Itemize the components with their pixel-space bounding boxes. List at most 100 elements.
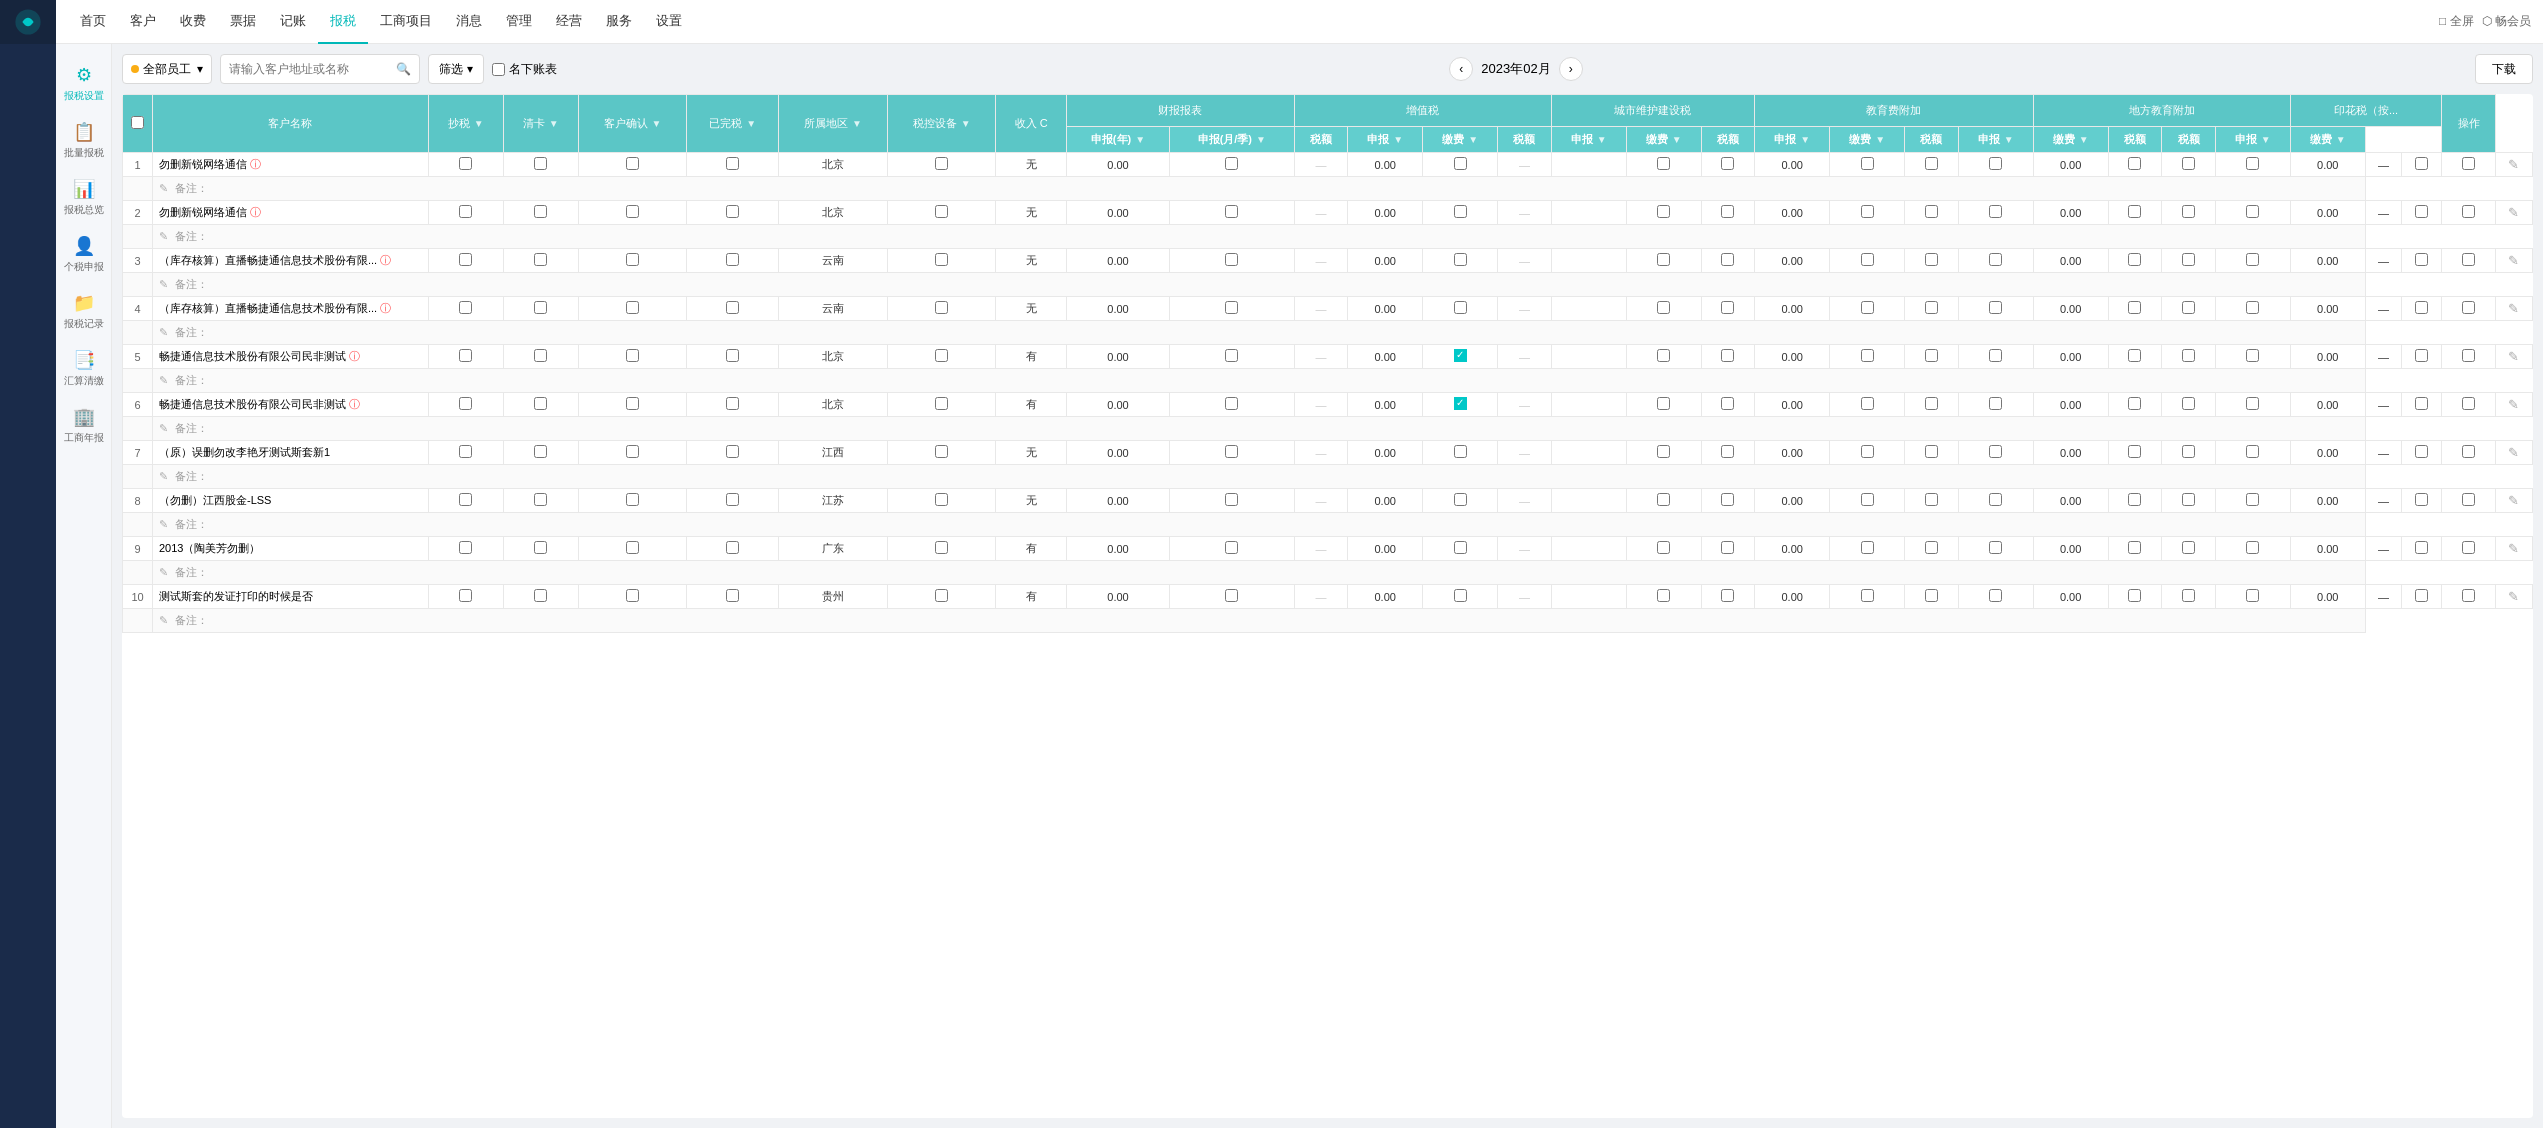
local-tax2-checkbox[interactable] xyxy=(2246,253,2259,266)
city-shen-checkbox[interactable] xyxy=(1657,157,1670,170)
local-tax2-cell[interactable] xyxy=(2215,201,2290,225)
confirm-checkbox[interactable] xyxy=(626,397,639,410)
local-shen-checkbox[interactable] xyxy=(2128,349,2141,362)
row-checkbox[interactable] xyxy=(1454,253,1467,266)
row-checkbox[interactable] xyxy=(1454,205,1467,218)
search-field[interactable] xyxy=(229,62,392,76)
chaoshui-checkbox[interactable] xyxy=(459,589,472,602)
edu-shen-cell[interactable] xyxy=(1830,249,1905,273)
local-tax2-cell[interactable] xyxy=(2215,345,2290,369)
nav-operation[interactable]: 经营 xyxy=(544,0,594,44)
edu-shen-checkbox[interactable] xyxy=(1861,589,1874,602)
edu-shen-checkbox[interactable] xyxy=(1861,493,1874,506)
local-jiao-cell[interactable] xyxy=(2162,153,2216,177)
local-tax2-checkbox[interactable] xyxy=(2246,589,2259,602)
edu-jiao-checkbox[interactable] xyxy=(1925,205,1938,218)
local-jiao-cell[interactable] xyxy=(2162,345,2216,369)
city-shen-checkbox[interactable] xyxy=(1657,445,1670,458)
sidebar-item-annual-report[interactable]: 🏢 工商年报 xyxy=(56,396,111,453)
chaoshui-checkbox[interactable] xyxy=(459,445,472,458)
paid-checkbox[interactable] xyxy=(726,349,739,362)
city-jiao-checkbox[interactable] xyxy=(1721,541,1734,554)
fin-year-checkbox[interactable] xyxy=(1225,541,1238,554)
edit-icon[interactable]: ✎ xyxy=(2508,349,2519,364)
city-shen-cell[interactable] xyxy=(1626,297,1701,321)
qingka-cell[interactable] xyxy=(503,345,578,369)
local-shen-cell[interactable] xyxy=(2108,153,2162,177)
local-shen-checkbox[interactable] xyxy=(2128,301,2141,314)
fin-year-cell[interactable] xyxy=(1170,249,1295,273)
local-shen-checkbox[interactable] xyxy=(2128,541,2141,554)
paid-cell[interactable] xyxy=(687,297,779,321)
city-jiao-cell[interactable] xyxy=(1701,489,1755,513)
local-jiao-checkbox[interactable] xyxy=(2182,157,2195,170)
qingka-cell[interactable] xyxy=(503,153,578,177)
city-jiao-checkbox[interactable] xyxy=(1721,349,1734,362)
accounts-checkbox-label[interactable]: 名下账表 xyxy=(492,61,557,78)
city-shen-checkbox[interactable] xyxy=(1657,589,1670,602)
device-cell[interactable] xyxy=(887,585,996,609)
qingka-checkbox[interactable] xyxy=(534,205,547,218)
local-shen-checkbox[interactable] xyxy=(2128,157,2141,170)
chaoshui-checkbox[interactable] xyxy=(459,157,472,170)
device-cell[interactable] xyxy=(887,153,996,177)
edu-jiao-cell[interactable] xyxy=(1905,489,1959,513)
edu-shen-cell[interactable] xyxy=(1830,537,1905,561)
local-jiao-checkbox[interactable] xyxy=(2182,301,2195,314)
confirm-cell[interactable] xyxy=(578,297,687,321)
confirm-cell[interactable] xyxy=(578,585,687,609)
stamp-jiao-checkbox[interactable] xyxy=(2462,349,2475,362)
edit-icon[interactable]: ✎ xyxy=(2508,253,2519,268)
device-checkbox[interactable] xyxy=(935,397,948,410)
edit-icon[interactable]: ✎ xyxy=(2508,205,2519,220)
chaoshui-checkbox[interactable] xyxy=(459,397,472,410)
fin-year-checkbox[interactable] xyxy=(1225,253,1238,266)
stamp-shen-cell[interactable] xyxy=(2402,489,2442,513)
fin-year-cell[interactable] xyxy=(1170,393,1295,417)
paid-checkbox[interactable] xyxy=(726,205,739,218)
chaoshui-cell[interactable] xyxy=(428,249,503,273)
local-shen-cell[interactable] xyxy=(2108,441,2162,465)
edu-tax2-checkbox[interactable] xyxy=(1989,397,2002,410)
fin-year-cell[interactable] xyxy=(1170,441,1295,465)
edu-shen-cell[interactable] xyxy=(1830,393,1905,417)
edu-tax2-checkbox[interactable] xyxy=(1989,349,2002,362)
row-checkbox[interactable] xyxy=(1454,157,1467,170)
qingka-checkbox[interactable] xyxy=(534,589,547,602)
edit-icon[interactable]: ✎ xyxy=(2508,541,2519,556)
stamp-shen-checkbox[interactable] xyxy=(2415,589,2428,602)
city-shen-checkbox[interactable] xyxy=(1657,493,1670,506)
remark-text[interactable]: ✎ 备注： xyxy=(153,369,2366,393)
chaoshui-cell[interactable] xyxy=(428,441,503,465)
edu-tax2-checkbox[interactable] xyxy=(1989,301,2002,314)
local-jiao-checkbox[interactable] xyxy=(2182,541,2195,554)
edu-tax2-cell[interactable] xyxy=(1958,345,2033,369)
stamp-jiao-cell[interactable] xyxy=(2442,537,2496,561)
edu-tax2-cell[interactable] xyxy=(1958,153,2033,177)
paid-checkbox[interactable] xyxy=(726,397,739,410)
stamp-shen-cell[interactable] xyxy=(2402,393,2442,417)
edu-shen-checkbox[interactable] xyxy=(1861,445,1874,458)
nav-accounting[interactable]: 记账 xyxy=(268,0,318,44)
stamp-jiao-checkbox[interactable] xyxy=(2462,205,2475,218)
edu-tax2-checkbox[interactable] xyxy=(1989,445,2002,458)
confirm-checkbox[interactable] xyxy=(626,205,639,218)
qingka-cell[interactable] xyxy=(503,489,578,513)
stamp-jiao-checkbox[interactable] xyxy=(2462,301,2475,314)
accounts-checkbox[interactable] xyxy=(492,63,505,76)
stamp-jiao-cell[interactable] xyxy=(2442,393,2496,417)
device-cell[interactable] xyxy=(887,297,996,321)
edu-jiao-cell[interactable] xyxy=(1905,249,1959,273)
stamp-shen-checkbox[interactable] xyxy=(2415,541,2428,554)
local-tax2-cell[interactable] xyxy=(2215,249,2290,273)
confirm-checkbox[interactable] xyxy=(626,493,639,506)
local-tax2-cell[interactable] xyxy=(2215,585,2290,609)
stamp-jiao-checkbox[interactable] xyxy=(2462,541,2475,554)
sidebar-item-tax-overview[interactable]: 📊 报税总览 xyxy=(56,168,111,225)
fin-year-cell[interactable] xyxy=(1170,201,1295,225)
confirm-cell[interactable] xyxy=(578,537,687,561)
stamp-shen-checkbox[interactable] xyxy=(2415,349,2428,362)
remark-text[interactable]: ✎ 备注： xyxy=(153,465,2366,489)
local-jiao-cell[interactable] xyxy=(2162,441,2216,465)
local-shen-cell[interactable] xyxy=(2108,537,2162,561)
